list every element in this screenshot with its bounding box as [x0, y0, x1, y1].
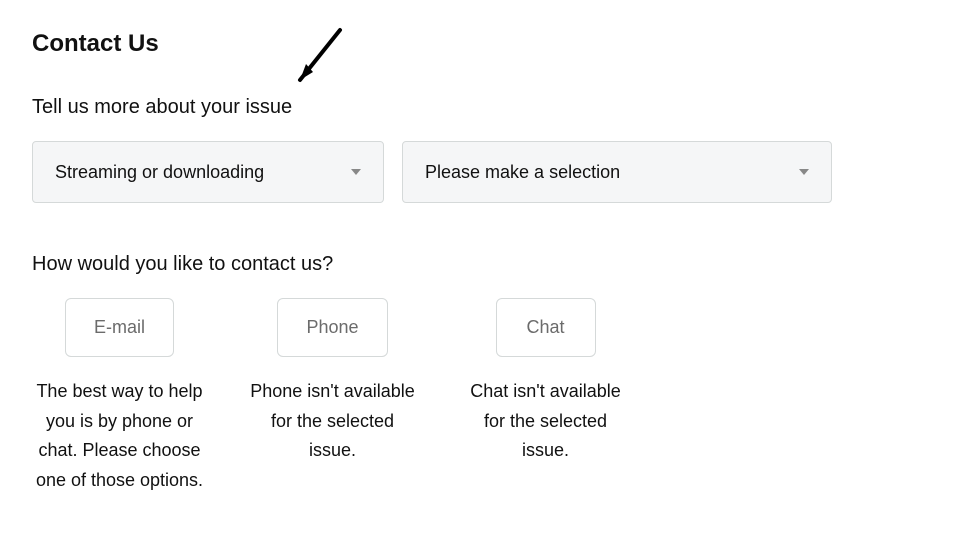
chevron-down-icon [799, 169, 809, 175]
phone-button[interactable]: Phone [277, 298, 387, 357]
contact-option-phone: Phone Phone isn't available for the sele… [245, 298, 420, 496]
page-title: Contact Us [32, 30, 968, 58]
issue-category-value: Streaming or downloading [55, 162, 264, 183]
issue-category-dropdown[interactable]: Streaming or downloading [32, 141, 384, 203]
issue-prompt: Tell us more about your issue [32, 96, 968, 119]
contact-option-chat: Chat Chat isn't available for the select… [458, 298, 633, 496]
chat-button[interactable]: Chat [496, 298, 596, 357]
email-button[interactable]: E-mail [65, 298, 174, 357]
contact-options-row: E-mail The best way to help you is by ph… [32, 298, 968, 496]
issue-detail-value: Please make a selection [425, 162, 620, 183]
issue-selects-row: Streaming or downloading Please make a s… [32, 141, 968, 203]
chevron-down-icon [351, 169, 361, 175]
issue-detail-dropdown[interactable]: Please make a selection [402, 141, 832, 203]
phone-desc: Phone isn't available for the selected i… [245, 377, 420, 466]
contact-prompt: How would you like to contact us? [32, 253, 968, 276]
contact-option-email: E-mail The best way to help you is by ph… [32, 298, 207, 496]
chat-desc: Chat isn't available for the selected is… [458, 377, 633, 466]
email-desc: The best way to help you is by phone or … [32, 377, 207, 496]
